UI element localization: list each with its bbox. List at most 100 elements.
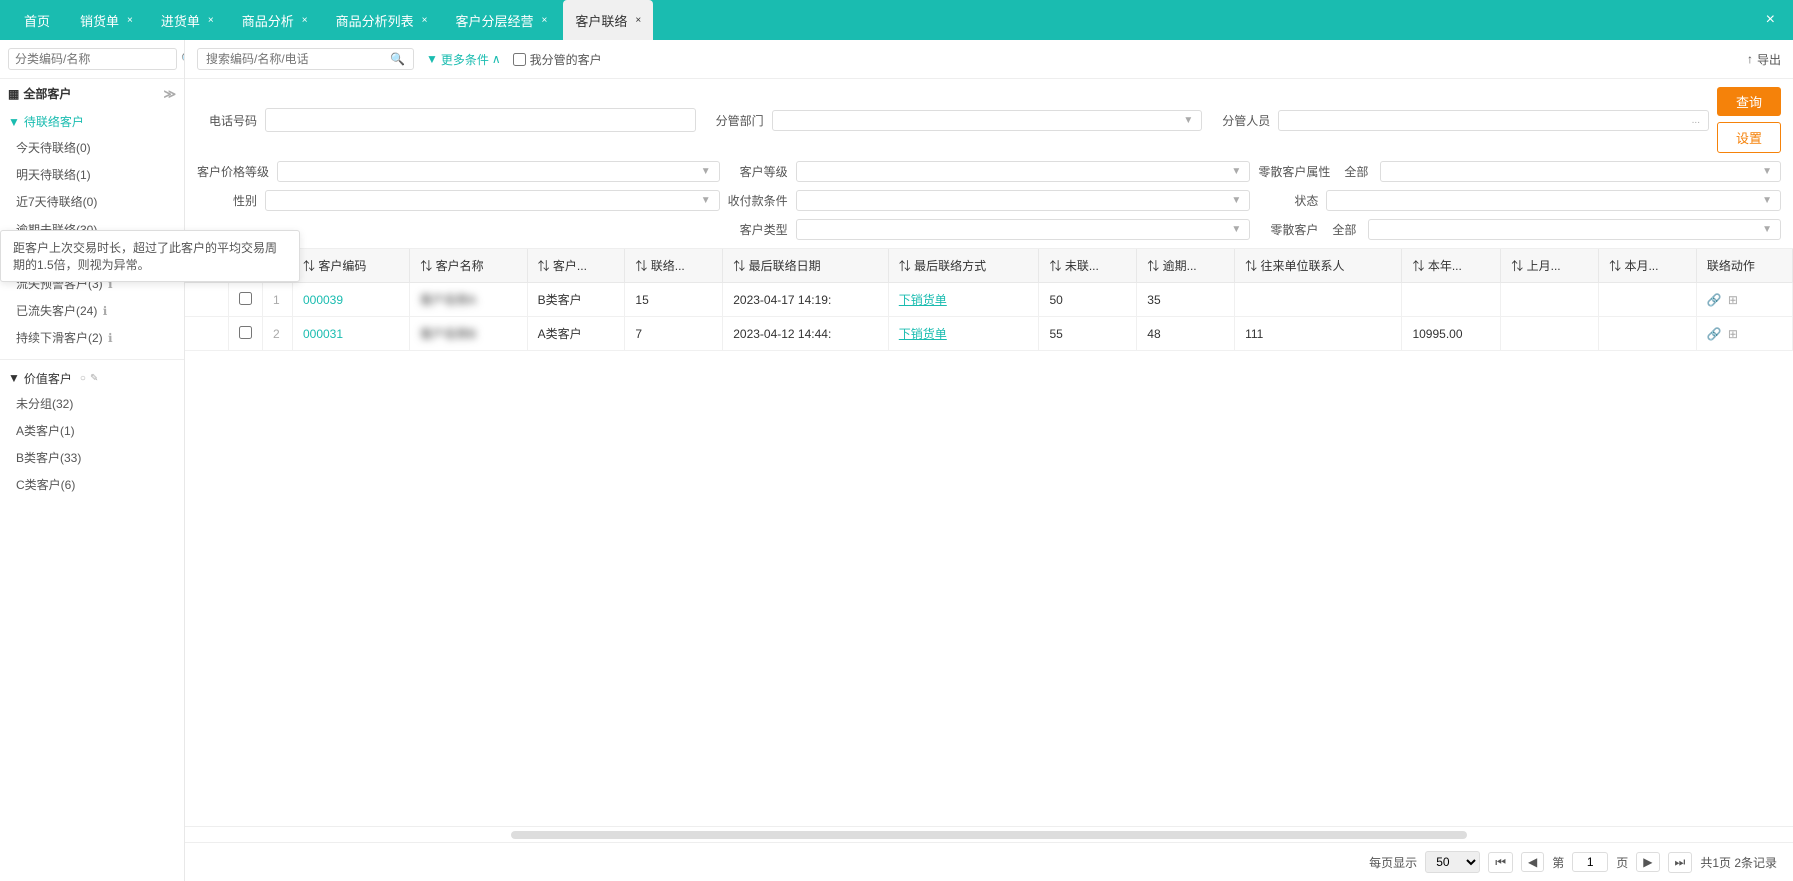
row2-last-method[interactable]: 下销货单 (888, 317, 1039, 351)
tab-product-analysis-list[interactable]: 商品分析列表 × (324, 0, 440, 40)
per-page-select[interactable]: 50 100 200 (1425, 851, 1480, 873)
col-this-year[interactable]: ⇅ 本年... (1402, 249, 1501, 283)
row2-checkbox[interactable] (228, 317, 262, 351)
customer-type-select[interactable]: ▼ (796, 219, 1251, 240)
tab-purchase-order-close[interactable]: × (208, 15, 214, 26)
customer-level-select[interactable]: ▼ (796, 161, 1251, 182)
tab-customer-segment[interactable]: 客户分层经营 × (443, 0, 559, 40)
row1-link-icon[interactable]: 🔗 (1707, 293, 1722, 307)
close-all-button[interactable]: × (1758, 11, 1783, 29)
col-last-month[interactable]: ⇅ 上月... (1501, 249, 1599, 283)
sidebar-item-7days[interactable]: 近7天待联络(0) (0, 189, 184, 216)
sidebar-item-class-a[interactable]: A类客户(1) (0, 418, 184, 445)
row1-code[interactable]: 000039 (292, 283, 409, 317)
export-label: 导出 (1757, 51, 1781, 68)
col-level[interactable]: ⇅ 客户... (527, 249, 625, 283)
query-button[interactable]: 查询 (1717, 87, 1781, 116)
export-button[interactable]: ↑ 导出 (1747, 51, 1781, 68)
filter-search-input[interactable] (206, 52, 386, 66)
sidebar-value-group-header[interactable]: ▼ 价值客户 ○ ✎ (0, 366, 184, 391)
sidebar-item-declining[interactable]: 持续下滑客户(2) ℹ (0, 325, 184, 352)
col-name-sort-icon: ⇅ (420, 259, 432, 273)
sidebar-pending-group-label[interactable]: ▼ 待联络客户 (0, 108, 184, 135)
payment-select[interactable]: ▼ (796, 190, 1251, 211)
first-page-button[interactable]: ⏮ (1488, 852, 1513, 873)
sidebar-item-tomorrow[interactable]: 明天待联络(1) (0, 162, 184, 189)
export-icon: ↑ (1747, 52, 1753, 66)
col-overdue[interactable]: ⇅ 逾期... (1137, 249, 1235, 283)
tab-home[interactable]: 首页 (10, 0, 64, 40)
settings-button[interactable]: 设置 (1717, 122, 1781, 153)
last-page-button[interactable]: ⏭ (1668, 852, 1693, 873)
filter-more-conditions[interactable]: ▼ 更多条件 ∧ (426, 51, 501, 68)
row1-checkbox[interactable] (228, 283, 262, 317)
row1-select[interactable] (239, 292, 252, 305)
tab-customer-contact[interactable]: 客户联络 × (563, 0, 653, 40)
row1-last-method[interactable]: 下销货单 (888, 283, 1039, 317)
col-contact[interactable]: ⇅ 联络... (625, 249, 723, 283)
tab-sales-order[interactable]: 销货单 × (68, 0, 145, 40)
sidebar-search-input[interactable] (8, 48, 177, 70)
scrollbar-thumb[interactable] (511, 831, 1466, 839)
col-unit-contact[interactable]: ⇅ 往来单位联系人 (1235, 249, 1402, 283)
next-page-button[interactable]: ▶ (1636, 852, 1659, 872)
col-last-contact-method[interactable]: ⇅ 最后联络方式 (888, 249, 1039, 283)
col-last-contact-date[interactable]: ⇅ 最后联络日期 (723, 249, 889, 283)
tab-customer-segment-close[interactable]: × (541, 15, 547, 26)
department-select[interactable]: ▼ (772, 110, 1203, 131)
my-customers-checkbox[interactable] (513, 53, 526, 66)
col-name[interactable]: ⇅ 客户名称 (410, 249, 527, 283)
filter-phone-field: 电话号码 (197, 108, 696, 132)
retail-attr-select[interactable]: ▼ (1380, 161, 1781, 182)
filter-search-icon[interactable]: 🔍 (390, 52, 405, 66)
row1-level: B类客户 (527, 283, 625, 317)
gender-select[interactable]: ▼ (265, 190, 720, 211)
tab-purchase-order[interactable]: 进货单 × (149, 0, 226, 40)
row2-grid-icon[interactable]: ⊞ (1728, 327, 1738, 341)
col-this-month[interactable]: ⇅ 本月... (1599, 249, 1697, 283)
phone-input[interactable] (265, 108, 696, 132)
filter-my-customers[interactable]: 我分管的客户 (513, 51, 602, 68)
price-level-select[interactable]: ▼ (277, 161, 720, 182)
retail-customer-select[interactable]: ▼ (1368, 219, 1781, 240)
filter-customer-type-field: 客户类型 ▼ (728, 219, 1251, 240)
horizontal-scrollbar[interactable] (185, 826, 1793, 842)
row1-unit-contact (1235, 283, 1402, 317)
row2-contact: 7 (625, 317, 723, 351)
row2-select[interactable] (239, 326, 252, 339)
status-select[interactable]: ▼ (1326, 190, 1781, 211)
row2-code[interactable]: 000031 (292, 317, 409, 351)
page-number-input[interactable] (1572, 852, 1608, 872)
sidebar-all-customers[interactable]: ▦ 全部客户 ≫ (0, 79, 184, 108)
col-uncontacted[interactable]: ⇅ 未联... (1039, 249, 1137, 283)
status-chevron: ▼ (1762, 195, 1772, 206)
col-this-month-sort-icon: ⇅ (1609, 259, 1621, 273)
tab-product-analysis-list-close[interactable]: × (422, 15, 428, 26)
col-code[interactable]: ⇅ 客户编码 (292, 249, 409, 283)
tab-customer-contact-close[interactable]: × (635, 15, 641, 26)
filter-bar: 🔍 ▼ 更多条件 ∧ 我分管的客户 ↑ 导出 (185, 40, 1793, 79)
value-group-edit-icon[interactable]: ✎ (90, 373, 98, 384)
tab-product-analysis[interactable]: 商品分析 × (230, 0, 320, 40)
filter-search-box: 🔍 (197, 48, 414, 70)
row2-link-icon[interactable]: 🔗 (1707, 327, 1722, 341)
info-icon-declining: ℹ (108, 331, 113, 345)
value-group-label: 价值客户 (24, 370, 72, 387)
sidebar-item-class-c[interactable]: C类客户(6) (0, 472, 184, 499)
row1-grid-icon[interactable]: ⊞ (1728, 293, 1738, 307)
tab-sales-order-close[interactable]: × (127, 15, 133, 26)
sidebar-collapse-icon[interactable]: ≫ (163, 87, 176, 101)
retail-customer-label: 零散客户 (1258, 221, 1318, 238)
manager-select[interactable]: ... (1278, 110, 1709, 131)
prev-page-button[interactable]: ◀ (1521, 852, 1544, 872)
manager-ellipsis-icon: ... (1692, 115, 1700, 126)
row2-last-date: 2023-04-12 14:44: (723, 317, 889, 351)
sidebar-item-churned[interactable]: 已流失客户(24) ℹ (0, 298, 184, 325)
tab-product-analysis-close[interactable]: × (302, 15, 308, 26)
filter-gender-field: 性别 ▼ (197, 190, 720, 211)
value-group-circle-icon[interactable]: ○ (80, 373, 86, 384)
sidebar-item-today[interactable]: 今天待联络(0) (0, 135, 184, 162)
payment-label: 收付款条件 (728, 192, 788, 209)
sidebar-item-class-b[interactable]: B类客户(33) (0, 445, 184, 472)
sidebar-item-ungrouped[interactable]: 未分组(32) (0, 391, 184, 418)
